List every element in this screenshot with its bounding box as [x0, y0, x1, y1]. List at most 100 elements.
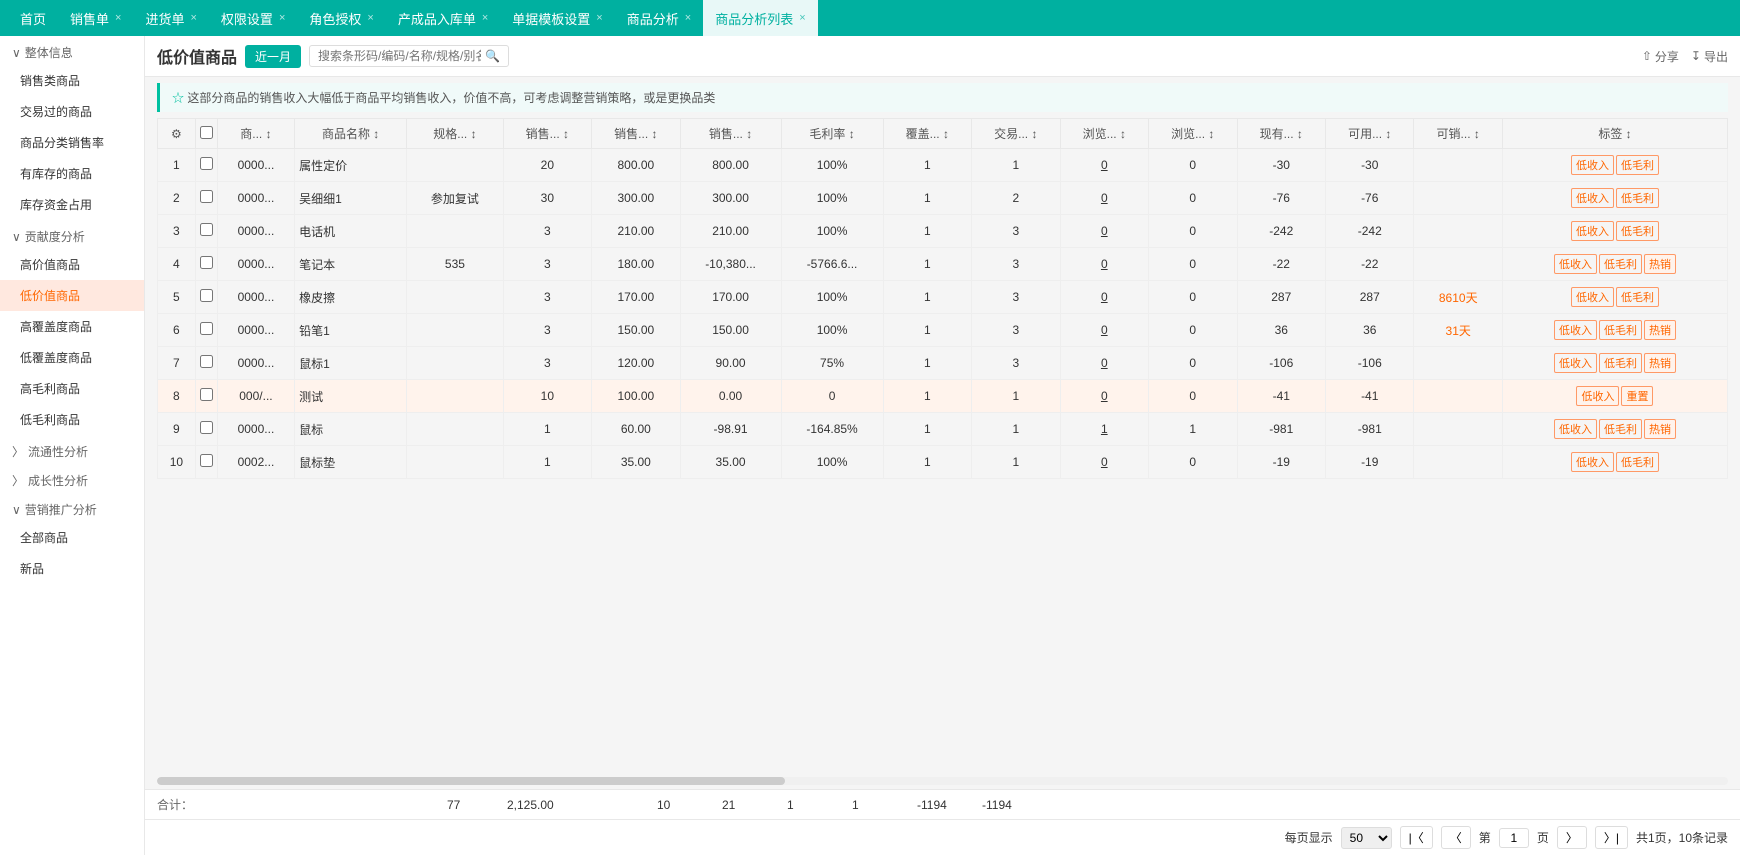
nav-purchase[interactable]: 进货单 × [133, 0, 208, 36]
row-check[interactable] [195, 314, 217, 347]
sidebar-item-stock-products[interactable]: 有库存的商品 [0, 158, 144, 189]
row-checkbox-9[interactable] [200, 454, 213, 467]
sidebar-item-high-margin[interactable]: 高毛利商品 [0, 373, 144, 404]
row-checkbox-3[interactable] [200, 256, 213, 269]
row-check[interactable] [195, 215, 217, 248]
row-checkbox-0[interactable] [200, 157, 213, 170]
row-browse1[interactable]: 0 [1060, 446, 1148, 479]
horizontal-scrollbar[interactable] [157, 777, 1728, 785]
browse1-link[interactable]: 0 [1101, 389, 1108, 403]
row-checkbox-4[interactable] [200, 289, 213, 302]
sidebar-group-contribution[interactable]: ∨ 贡献度分析 [0, 220, 144, 249]
row-browse1[interactable]: 1 [1060, 413, 1148, 446]
row-browse1[interactable]: 0 [1060, 281, 1148, 314]
nav-template-settings[interactable]: 单据模板设置 × [500, 0, 614, 36]
col-browse2-header[interactable]: 浏览... ↕ [1149, 119, 1237, 149]
row-browse1[interactable]: 0 [1060, 314, 1148, 347]
row-check[interactable] [195, 248, 217, 281]
row-checkbox-5[interactable] [200, 322, 213, 335]
close-analysis-list-icon[interactable]: × [799, 12, 805, 24]
sidebar-item-stock-capital[interactable]: 库存资金占用 [0, 189, 144, 220]
sidebar-group-circulation[interactable]: 〉 流通性分析 [0, 435, 144, 464]
nav-permissions[interactable]: 权限设置 × [209, 0, 297, 36]
export-button[interactable]: ↧ 导出 [1691, 48, 1728, 65]
col-trade-header[interactable]: 交易... ↕ [972, 119, 1060, 149]
close-analysis-icon[interactable]: × [685, 12, 691, 24]
col-browse1-header[interactable]: 浏览... ↕ [1060, 119, 1148, 149]
sidebar-item-low-margin[interactable]: 低毛利商品 [0, 404, 144, 435]
sidebar-item-traded-products[interactable]: 交易过的商品 [0, 96, 144, 127]
browse1-link[interactable]: 0 [1101, 158, 1108, 172]
row-browse1[interactable]: 0 [1060, 380, 1148, 413]
browse1-link[interactable]: 0 [1101, 191, 1108, 205]
next-page-button[interactable]: 〉 [1557, 826, 1587, 849]
search-icon[interactable]: 🔍 [485, 49, 500, 63]
col-name-header[interactable]: 商品名称 ↕ [295, 119, 407, 149]
col-tags-header[interactable]: 标签 ↕ [1502, 119, 1727, 149]
row-browse1[interactable]: 0 [1060, 248, 1148, 281]
sidebar-item-sales-products[interactable]: 销售类商品 [0, 65, 144, 96]
last-page-button[interactable]: 〉| [1595, 826, 1628, 849]
scrollbar-thumb[interactable] [157, 777, 785, 785]
select-all-checkbox[interactable] [200, 126, 213, 139]
row-checkbox-7[interactable] [200, 388, 213, 401]
sidebar-group-growth[interactable]: 〉 成长性分析 [0, 464, 144, 493]
row-check[interactable] [195, 446, 217, 479]
sidebar-item-new-products[interactable]: 新品 [0, 553, 144, 584]
share-button[interactable]: ⇧ 分享 [1642, 48, 1679, 65]
row-checkbox-2[interactable] [200, 223, 213, 236]
search-input[interactable] [318, 49, 481, 63]
row-check[interactable] [195, 182, 217, 215]
close-permissions-icon[interactable]: × [279, 12, 285, 24]
col-price-header[interactable]: 销售... ↕ [592, 119, 680, 149]
col-saleable-header[interactable]: 可销... ↕ [1414, 119, 1502, 149]
browse1-link[interactable]: 0 [1101, 257, 1108, 271]
row-browse1[interactable]: 0 [1060, 182, 1148, 215]
row-browse1[interactable]: 0 [1060, 215, 1148, 248]
row-checkbox-6[interactable] [200, 355, 213, 368]
sidebar-item-category-rate[interactable]: 商品分类销售率 [0, 127, 144, 158]
browse1-link[interactable]: 0 [1101, 323, 1108, 337]
nav-sales[interactable]: 销售单 × [58, 0, 133, 36]
col-spec-header[interactable]: 规格... ↕ [407, 119, 503, 149]
close-product-inbound-icon[interactable]: × [482, 12, 488, 24]
row-browse1[interactable]: 0 [1060, 347, 1148, 380]
col-margin-header[interactable]: 毛利率 ↕ [781, 119, 883, 149]
nav-roles[interactable]: 角色授权 × [297, 0, 385, 36]
browse1-link[interactable]: 1 [1101, 422, 1108, 436]
close-sales-icon[interactable]: × [115, 12, 121, 24]
row-checkbox-1[interactable] [200, 190, 213, 203]
browse1-link[interactable]: 0 [1101, 224, 1108, 238]
sidebar-group-marketing[interactable]: ∨ 营销推广分析 [0, 493, 144, 522]
browse1-link[interactable]: 0 [1101, 290, 1108, 304]
col-available-header[interactable]: 可用... ↕ [1326, 119, 1414, 149]
nav-analysis-list[interactable]: 商品分析列表 × [703, 0, 817, 36]
row-checkbox-8[interactable] [200, 421, 213, 434]
row-check[interactable] [195, 380, 217, 413]
col-settings[interactable]: ⚙ [158, 119, 196, 149]
row-browse1[interactable]: 0 [1060, 149, 1148, 182]
browse1-link[interactable]: 0 [1101, 356, 1108, 370]
browse1-link[interactable]: 0 [1101, 455, 1108, 469]
nav-product-analysis[interactable]: 商品分析 × [615, 0, 703, 36]
page-number-input[interactable] [1499, 828, 1529, 848]
col-code-header[interactable]: 商... ↕ [217, 119, 294, 149]
sidebar-group-overall[interactable]: ∨ 整体信息 [0, 36, 144, 65]
nav-home[interactable]: 首页 [8, 0, 58, 36]
nav-product-inbound[interactable]: 产成品入库单 × [386, 0, 500, 36]
sidebar-item-all-products[interactable]: 全部商品 [0, 522, 144, 553]
close-template-icon[interactable]: × [596, 12, 602, 24]
row-check[interactable] [195, 347, 217, 380]
row-check[interactable] [195, 149, 217, 182]
row-check[interactable] [195, 413, 217, 446]
time-filter-button[interactable]: 近一月 [245, 45, 301, 68]
close-purchase-icon[interactable]: × [190, 12, 196, 24]
close-roles-icon[interactable]: × [367, 12, 373, 24]
sidebar-item-low-coverage[interactable]: 低覆盖度商品 [0, 342, 144, 373]
sidebar-item-high-coverage[interactable]: 高覆盖度商品 [0, 311, 144, 342]
col-coverage-header[interactable]: 覆盖... ↕ [883, 119, 971, 149]
col-stock-header[interactable]: 现有... ↕ [1237, 119, 1325, 149]
col-check-all[interactable] [195, 119, 217, 149]
row-check[interactable] [195, 281, 217, 314]
first-page-button[interactable]: |〈 [1400, 826, 1433, 849]
